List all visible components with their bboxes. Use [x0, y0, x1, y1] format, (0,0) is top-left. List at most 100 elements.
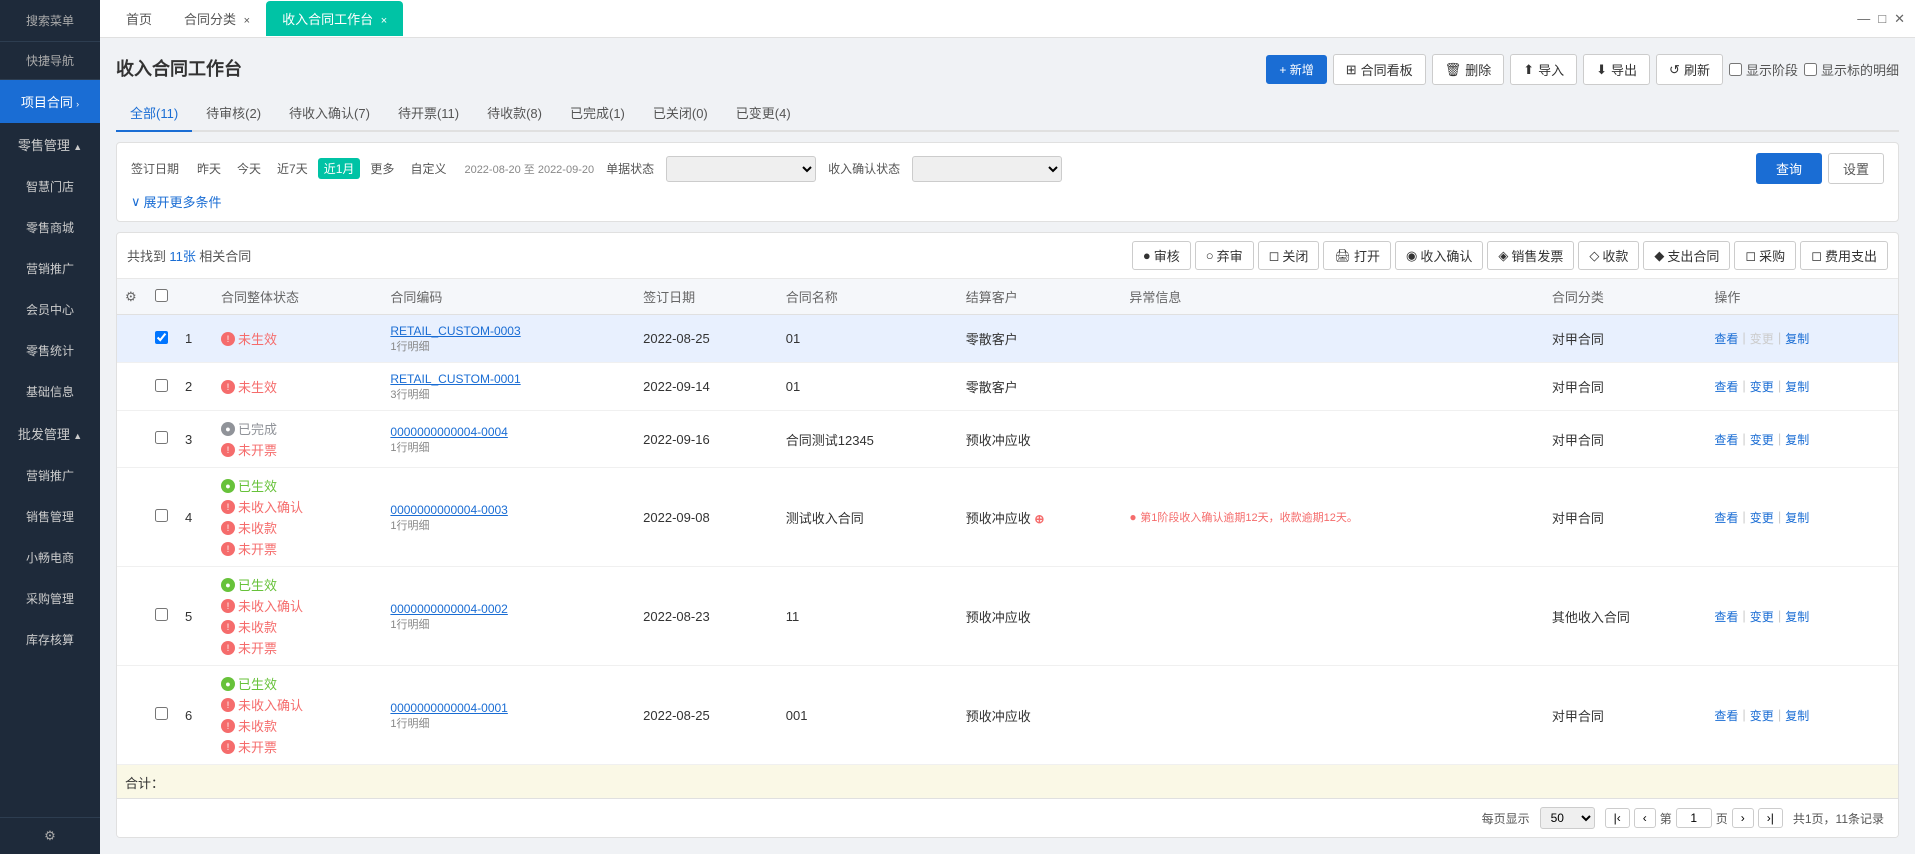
sidebar-item-smart-store[interactable]: 智慧门店 — [0, 166, 100, 207]
row4-view-btn[interactable]: 查看 — [1714, 509, 1738, 526]
print-btn[interactable]: 🖨 打开 — [1323, 241, 1391, 270]
shortcut-last7days[interactable]: 近7天 — [271, 158, 314, 179]
show-marked-checkbox[interactable]: 显示标的明细 — [1804, 60, 1899, 79]
show-stages-input[interactable] — [1729, 63, 1742, 76]
sidebar-item-project-contract[interactable]: 项目合同 › — [0, 80, 100, 123]
last-page-btn[interactable]: ›| — [1758, 808, 1783, 828]
shortcut-custom[interactable]: 自定义 — [404, 158, 452, 179]
tab-contract-classify[interactable]: 合同分类 × — [168, 1, 266, 36]
sidebar-item-xiaochang-ecom[interactable]: 小畅电商 — [0, 537, 100, 578]
purchase-btn[interactable]: ◻ 采购 — [1734, 241, 1796, 270]
row5-code-link[interactable]: 0000000000004-0002 — [390, 602, 507, 616]
sidebar-item-purchase-mgmt[interactable]: 采购管理 — [0, 578, 100, 619]
row4-change-btn[interactable]: 变更 — [1750, 509, 1774, 526]
row2-code-link[interactable]: RETAIL_CUSTOM-0001 — [390, 372, 520, 386]
select-all-checkbox[interactable] — [155, 289, 168, 302]
maximize-btn[interactable]: □ — [1878, 11, 1886, 26]
new-btn[interactable]: + 新增 — [1266, 55, 1326, 84]
sidebar-item-retail-mgmt[interactable]: 零售管理 ▲ — [0, 123, 100, 166]
export-btn[interactable]: ⬇ 导出 — [1583, 54, 1650, 85]
row6-change-btn[interactable]: 变更 — [1750, 707, 1774, 724]
sidebar-search[interactable]: 搜索菜单 — [0, 0, 100, 42]
contract-board-btn[interactable]: ⊞ 合同看板 — [1333, 54, 1426, 85]
fee-output-btn[interactable]: ◻ 费用支出 — [1800, 241, 1888, 270]
audit-btn[interactable]: ● 审核 — [1132, 241, 1191, 270]
filter-tab-pending-review[interactable]: 待审核(2) — [192, 95, 275, 132]
row5-change-btn[interactable]: 变更 — [1750, 608, 1774, 625]
close-btn[interactable]: ✕ — [1894, 11, 1905, 27]
sidebar-item-retail-commerce[interactable]: 零售商城 — [0, 207, 100, 248]
tab-income-contract[interactable]: 收入合同工作台 × — [266, 1, 403, 36]
filter-tab-all[interactable]: 全部(11) — [116, 95, 192, 132]
refresh-btn[interactable]: ↺ 刷新 — [1656, 54, 1723, 85]
row6-code-link[interactable]: 0000000000004-0001 — [390, 701, 507, 715]
filter-tab-pending-collection[interactable]: 待收款(8) — [473, 95, 556, 132]
shortcut-yesterday[interactable]: 昨天 — [191, 158, 227, 179]
sidebar-item-wholesale-mgmt[interactable]: 批发管理 ▲ — [0, 412, 100, 455]
tab-close-contract-classify[interactable]: × — [244, 15, 250, 27]
expense-contract-btn[interactable]: ◆ 支出合同 — [1643, 241, 1730, 270]
sidebar-item-retail-stats[interactable]: 零售统计 — [0, 330, 100, 371]
row2-change-btn[interactable]: 变更 — [1750, 378, 1774, 395]
sidebar-item-marketing[interactable]: 营销推广 — [0, 248, 100, 289]
row6-checkbox[interactable] — [147, 666, 177, 765]
sidebar-item-member-center[interactable]: 会员中心 — [0, 289, 100, 330]
row5-copy-btn[interactable]: 复制 — [1785, 608, 1809, 625]
shortcut-today[interactable]: 今天 — [231, 158, 267, 179]
row4-checkbox[interactable] — [147, 468, 177, 567]
minimize-btn[interactable]: — — [1857, 11, 1870, 26]
next-page-btn[interactable]: › — [1732, 808, 1754, 828]
filter-tab-completed[interactable]: 已完成(1) — [556, 95, 639, 132]
income-confirm-select[interactable] — [912, 156, 1062, 182]
col-settings-icon[interactable]: ⚙ — [125, 289, 137, 304]
close-action-btn[interactable]: ◻ 关闭 — [1258, 241, 1320, 270]
row2-checkbox[interactable] — [147, 363, 177, 411]
settings-btn[interactable]: 设置 — [1828, 153, 1884, 184]
row2-copy-btn[interactable]: 复制 — [1785, 378, 1809, 395]
tab-close-income-contract[interactable]: × — [381, 15, 387, 27]
filter-tab-closed[interactable]: 已关闭(0) — [639, 95, 722, 132]
income-confirm-btn[interactable]: ◉ 收入确认 — [1395, 241, 1483, 270]
row1-checkbox[interactable] — [147, 315, 177, 363]
sales-invoice-btn[interactable]: ◈ 销售发票 — [1487, 241, 1574, 270]
sidebar-item-marketing2[interactable]: 营销推广 — [0, 455, 100, 496]
row5-view-btn[interactable]: 查看 — [1714, 608, 1738, 625]
row1-view-btn[interactable]: 查看 — [1714, 330, 1738, 347]
row3-copy-btn[interactable]: 复制 — [1785, 431, 1809, 448]
row3-view-btn[interactable]: 查看 — [1714, 431, 1738, 448]
expand-conditions-btn[interactable]: ∨ 展开更多条件 — [131, 192, 222, 211]
prev-page-btn[interactable]: ‹ — [1634, 808, 1656, 828]
sidebar-item-sales-mgmt[interactable]: 销售管理 — [0, 496, 100, 537]
filter-tab-changed[interactable]: 已变更(4) — [722, 95, 805, 132]
search-btn[interactable]: 查询 — [1756, 153, 1822, 184]
row6-copy-btn[interactable]: 复制 — [1785, 707, 1809, 724]
row1-code-link[interactable]: RETAIL_CUSTOM-0003 — [390, 324, 520, 338]
delete-btn[interactable]: 🗑 删除 — [1432, 54, 1505, 85]
sidebar-settings[interactable]: ⚙ — [0, 817, 100, 854]
tab-home[interactable]: 首页 — [110, 1, 168, 36]
page-size-select[interactable]: 50 20 100 — [1540, 807, 1595, 829]
sidebar-item-inventory[interactable]: 库存核算 — [0, 619, 100, 660]
row4-code-link[interactable]: 0000000000004-0003 — [390, 503, 507, 517]
sidebar-item-basic-info[interactable]: 基础信息 — [0, 371, 100, 412]
row4-copy-btn[interactable]: 复制 — [1785, 509, 1809, 526]
row1-copy-btn[interactable]: 复制 — [1785, 330, 1809, 347]
shortcut-last1month[interactable]: 近1月 — [318, 158, 361, 179]
show-stages-checkbox[interactable]: 显示阶段 — [1729, 60, 1798, 79]
row5-checkbox[interactable] — [147, 567, 177, 666]
filter-tab-pending-income-confirm[interactable]: 待收入确认(7) — [275, 95, 384, 132]
first-page-btn[interactable]: |‹ — [1605, 808, 1630, 828]
import-btn[interactable]: ⬆ 导入 — [1510, 54, 1577, 85]
filter-tab-pending-invoice[interactable]: 待开票(11) — [384, 95, 473, 132]
row2-view-btn[interactable]: 查看 — [1714, 378, 1738, 395]
row6-view-btn[interactable]: 查看 — [1714, 707, 1738, 724]
page-number-input[interactable] — [1676, 808, 1712, 828]
row3-change-btn[interactable]: 变更 — [1750, 431, 1774, 448]
abandon-btn[interactable]: ○ 弃审 — [1195, 241, 1254, 270]
table-scroll[interactable]: ⚙ 合同整体状态 合同编码 签订日期 合同名称 结算客户 异常信息 — [117, 279, 1898, 798]
collection-btn[interactable]: ◇ 收款 — [1578, 241, 1639, 270]
sidebar-quick-nav[interactable]: 快捷导航 — [0, 42, 100, 80]
show-marked-input[interactable] — [1804, 63, 1817, 76]
row3-checkbox[interactable] — [147, 411, 177, 468]
doc-status-select[interactable] — [666, 156, 816, 182]
